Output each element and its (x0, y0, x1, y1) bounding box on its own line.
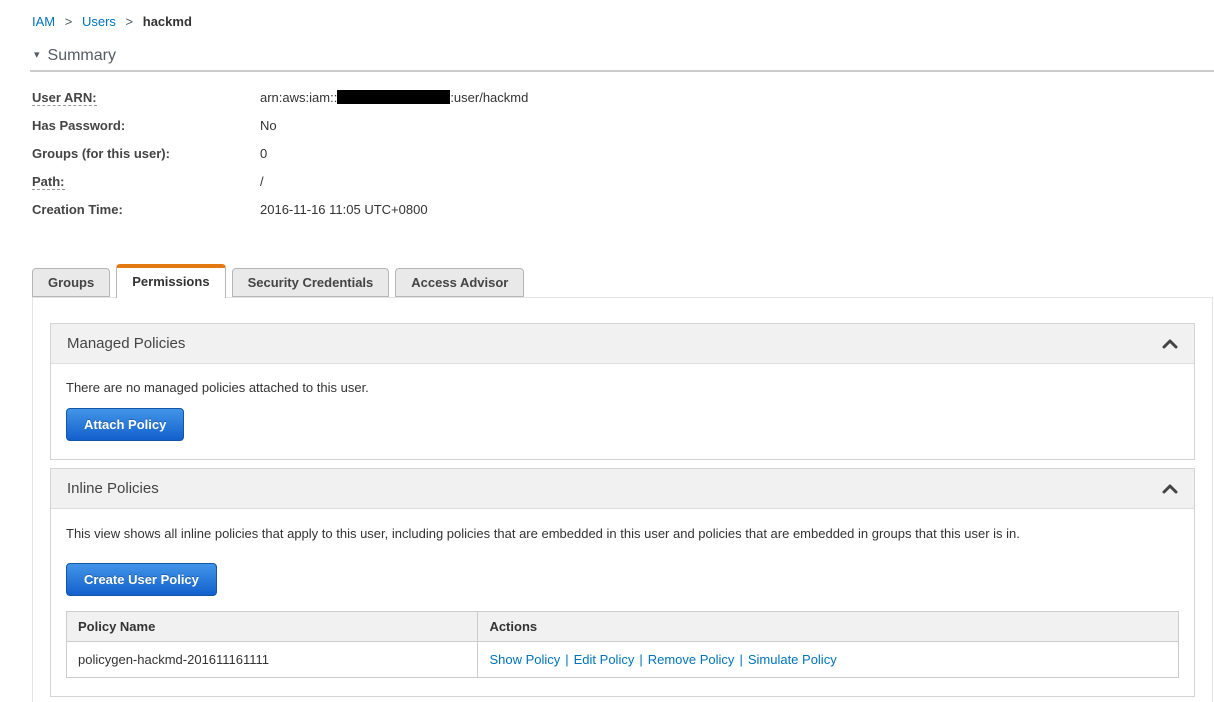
summary-row-groups: Groups (for this user): 0 (32, 140, 1214, 168)
groups-label: Groups (for this user): (32, 146, 170, 161)
column-header-policy-name: Policy Name (65, 611, 479, 642)
chevron-up-icon[interactable] (1162, 339, 1178, 349)
permissions-tab-panel: Managed Policies There are no managed po… (32, 297, 1213, 702)
managed-policies-section: Managed Policies There are no managed po… (50, 323, 1195, 460)
action-separator: | (639, 652, 643, 667)
managed-policies-title: Managed Policies (67, 335, 186, 352)
tab-security-credentials[interactable]: Security Credentials (231, 268, 390, 297)
has-password-label: Has Password: (32, 118, 126, 133)
summary-divider (30, 70, 1214, 72)
user-arn-suffix: :user/hackmd (450, 90, 529, 105)
creation-time-label: Creation Time: (32, 202, 123, 217)
groups-value: 0 (260, 146, 268, 161)
inline-policies-title: Inline Policies (67, 480, 159, 497)
path-label: Path: (32, 174, 65, 190)
user-arn-label: User ARN: (32, 90, 97, 106)
managed-policies-body: There are no managed policies attached t… (51, 364, 1194, 459)
path-value: / (260, 174, 264, 189)
breadcrumb-current-user: hackmd (142, 14, 192, 29)
attach-policy-button[interactable]: Attach Policy (66, 408, 185, 441)
table-header-row: Policy Name Actions (65, 611, 1179, 642)
has-password-value: No (260, 118, 277, 133)
breadcrumb-link-iam[interactable]: IAM (32, 14, 55, 29)
inline-policies-section: Inline Policies This view shows all inli… (50, 468, 1195, 697)
summary-row-creation-time: Creation Time: 2016-11-16 11:05 UTC+0800 (32, 196, 1214, 224)
tab-groups[interactable]: Groups (32, 268, 111, 297)
user-arn-value: arn:aws:iam:::user/hackmd (260, 84, 528, 112)
summary-fields: User ARN: arn:aws:iam:::user/hackmd Has … (32, 84, 1214, 224)
tab-bar: Groups Permissions Security Credentials … (32, 264, 1214, 298)
breadcrumb-link-users[interactable]: Users (82, 14, 116, 29)
action-separator: | (739, 652, 743, 667)
remove-policy-link[interactable]: Remove Policy (648, 652, 735, 667)
breadcrumb-separator: > (64, 14, 73, 29)
table-row: policygen-hackmd-201611161111 Show Polic… (65, 641, 1179, 678)
chevron-up-icon[interactable] (1162, 484, 1178, 494)
inline-policies-header: Inline Policies (51, 469, 1194, 509)
summary-title-label: Summary (47, 47, 116, 64)
summary-row-path: Path: / (32, 168, 1214, 196)
inline-policies-body: This view shows all inline policies that… (51, 509, 1194, 696)
summary-heading: ▾ Summary (34, 47, 1214, 65)
managed-policies-header: Managed Policies (51, 324, 1194, 364)
creation-time-value: 2016-11-16 11:05 UTC+0800 (260, 202, 428, 217)
column-header-actions: Actions (477, 611, 1179, 642)
breadcrumb: IAM > Users > hackmd (0, 0, 1214, 29)
inline-policies-table: Policy Name Actions policygen-hackmd-201… (65, 611, 1179, 678)
triangle-down-icon[interactable]: ▾ (34, 48, 40, 61)
show-policy-link[interactable]: Show Policy (489, 652, 560, 667)
breadcrumb-separator: > (125, 14, 134, 29)
action-separator: | (565, 652, 569, 667)
tab-permissions[interactable]: Permissions (116, 264, 226, 298)
user-arn-prefix: arn:aws:iam:: (260, 90, 338, 105)
policy-name-cell: policygen-hackmd-201611161111 (65, 641, 479, 678)
inline-policies-description: This view shows all inline policies that… (66, 526, 1020, 541)
simulate-policy-link[interactable]: Simulate Policy (748, 652, 837, 667)
managed-policies-empty-text: There are no managed policies attached t… (66, 380, 369, 395)
edit-policy-link[interactable]: Edit Policy (574, 652, 635, 667)
summary-row-user-arn: User ARN: arn:aws:iam:::user/hackmd (32, 84, 1214, 112)
policy-actions-cell: Show Policy | Edit Policy | Remove Policy | Si… (477, 641, 1179, 678)
create-user-policy-button[interactable]: Create User Policy (66, 563, 217, 596)
summary-row-has-password: Has Password: No (32, 112, 1214, 140)
redacted-account-id (337, 90, 451, 104)
tab-access-advisor[interactable]: Access Advisor (395, 268, 525, 297)
